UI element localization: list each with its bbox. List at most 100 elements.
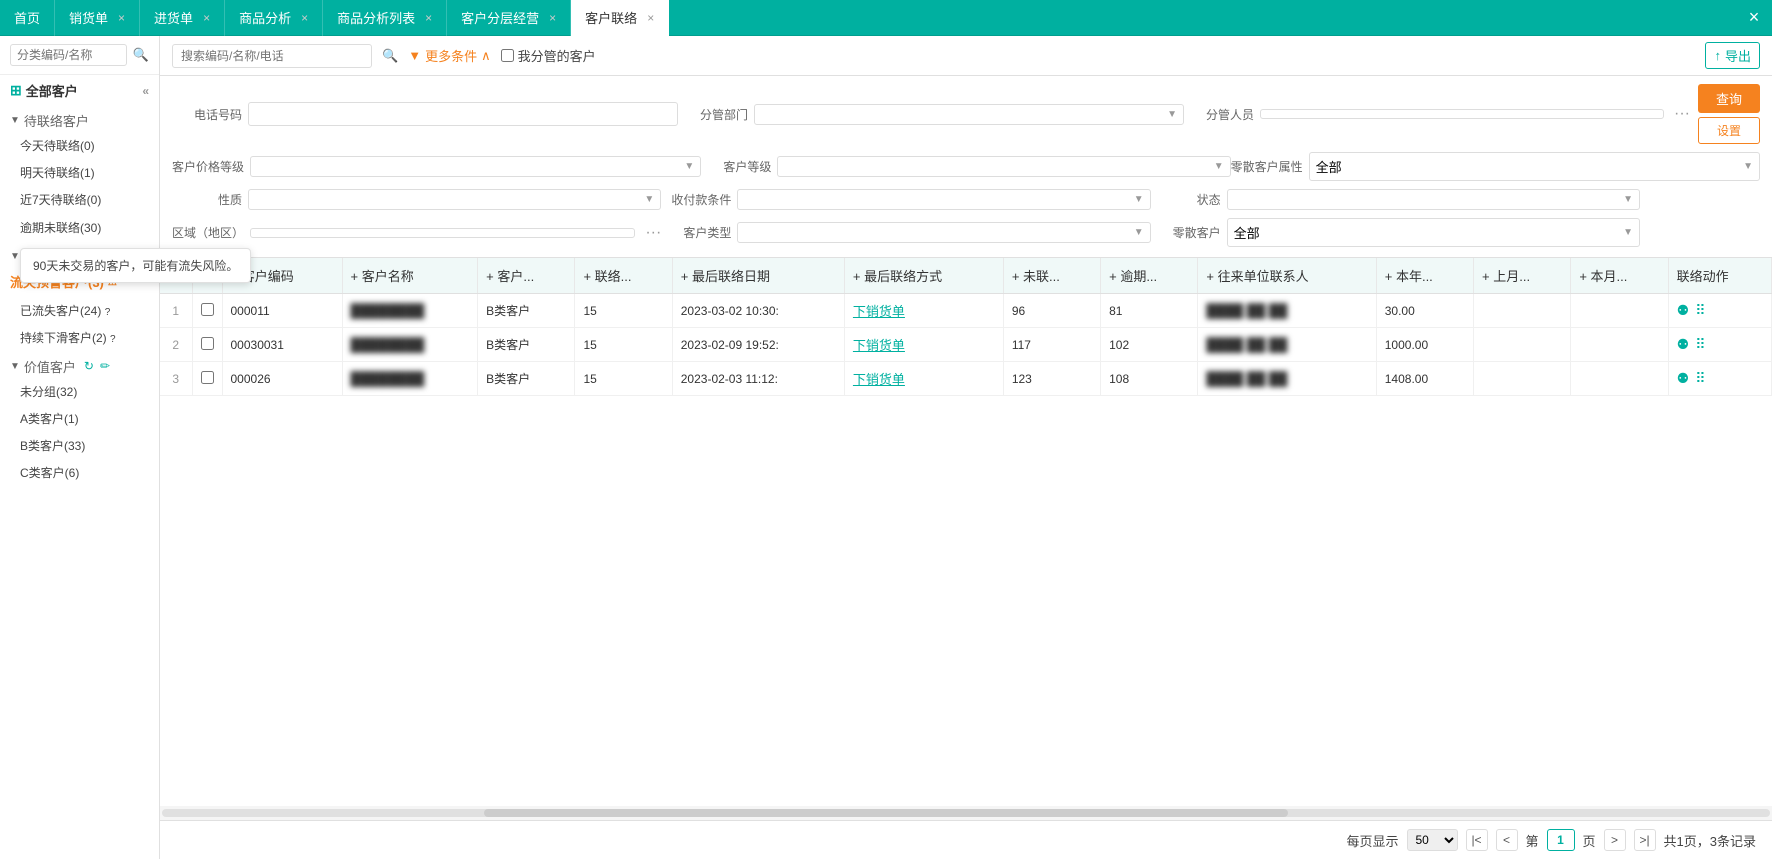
search-icon[interactable]: 🔍: [382, 48, 398, 64]
last-type-link[interactable]: 下销货单: [853, 304, 905, 319]
col-name-header[interactable]: + 客户名称: [342, 258, 478, 294]
row-checkbox[interactable]: [201, 371, 214, 384]
cell-checkbox[interactable]: [192, 294, 222, 328]
per-page-select[interactable]: 50 100 200: [1407, 829, 1458, 851]
col-overdue-header[interactable]: + 逾期...: [1101, 258, 1198, 294]
cell-num: 1: [160, 294, 192, 328]
dept-select[interactable]: ▼: [754, 104, 1184, 125]
col-category-header[interactable]: + 客户...: [478, 258, 575, 294]
level-select[interactable]: ▼: [777, 156, 1230, 177]
phone-input[interactable]: [248, 102, 678, 126]
tab-customer-tier[interactable]: 客户分层经营 ×: [447, 0, 571, 36]
page-number-input[interactable]: [1547, 829, 1575, 851]
sidebar-item-churned[interactable]: 已流失客户(24) ?: [0, 298, 159, 325]
col-no-contact-header[interactable]: + 未联...: [1003, 258, 1100, 294]
row-checkbox[interactable]: [201, 303, 214, 316]
area-select[interactable]: [250, 228, 635, 238]
gender-select[interactable]: ▼: [248, 189, 661, 210]
manager-select[interactable]: [1260, 109, 1664, 119]
tab-home[interactable]: 首页: [0, 0, 55, 36]
cell-last-type[interactable]: 下销货单: [844, 362, 1003, 396]
col-this-month-header[interactable]: + 本月...: [1571, 258, 1668, 294]
last-page-btn[interactable]: >|: [1634, 829, 1656, 851]
tab-bar: 首页 销货单 × 进货单 × 商品分析 × 商品分析列表 × 客户分层经营 × …: [0, 0, 1772, 36]
export-btn[interactable]: ↑ 导出: [1705, 42, 1760, 69]
contact-link-icon[interactable]: ⚉: [1677, 302, 1690, 319]
tab-analysis-list[interactable]: 商品分析列表 ×: [323, 0, 447, 36]
payment-select[interactable]: ▼: [737, 189, 1150, 210]
scroll-thumb[interactable]: [484, 809, 1288, 817]
manager-more-icon[interactable]: ···: [1674, 105, 1690, 123]
cell-last-type[interactable]: 下销货单: [844, 294, 1003, 328]
tab-sales-close[interactable]: ×: [118, 11, 125, 25]
sidebar-item-c-class[interactable]: C类客户(6): [0, 460, 159, 487]
col-contact-header[interactable]: + 联络...: [575, 258, 672, 294]
sidebar-collapse-btn[interactable]: «: [142, 84, 149, 98]
sidebar-item-a-class[interactable]: A类客户(1): [0, 406, 159, 433]
sidebar-item-tomorrow[interactable]: 明天待联络(1): [0, 160, 159, 187]
col-unit-contact-header[interactable]: + 往来单位联系人: [1198, 258, 1376, 294]
more-action-icon[interactable]: ⠿: [1695, 370, 1705, 387]
my-customers-checkbox[interactable]: [501, 49, 514, 62]
col-last-month-header[interactable]: + 上月...: [1474, 258, 1571, 294]
ctype-select[interactable]: ▼: [737, 222, 1150, 243]
col-this-year-header[interactable]: + 本年...: [1376, 258, 1473, 294]
cell-code: 00030031: [222, 328, 342, 362]
gender-arrow-icon: ▼: [644, 194, 654, 205]
cell-last-type[interactable]: 下销货单: [844, 328, 1003, 362]
sidebar-group-pending[interactable]: ▼ 待联络客户: [0, 106, 159, 133]
cell-name: ████████: [342, 362, 478, 396]
query-btn[interactable]: 查询: [1698, 84, 1760, 113]
filter-cell-manager: 分管人员 ···: [1184, 105, 1690, 123]
status-select[interactable]: ▼: [1227, 189, 1640, 210]
zero-customer-select[interactable]: 全部 ▼: [1227, 218, 1640, 247]
sidebar-item-overdue[interactable]: 逾期未联络(30): [0, 215, 159, 242]
col-last-type-header[interactable]: + 最后联络方式: [844, 258, 1003, 294]
prev-page-btn[interactable]: <: [1496, 829, 1518, 851]
sidebar-search-input[interactable]: [10, 44, 127, 66]
sidebar-item-today[interactable]: 今天待联络(0): [0, 133, 159, 160]
cell-checkbox[interactable]: [192, 328, 222, 362]
first-page-btn[interactable]: |<: [1466, 829, 1488, 851]
horizontal-scrollbar[interactable]: [160, 806, 1772, 820]
zero-attr-select[interactable]: 全部 ▼: [1309, 152, 1760, 181]
tab-analysis-list-close[interactable]: ×: [425, 11, 432, 25]
next-page-btn[interactable]: >: [1604, 829, 1626, 851]
more-action-icon[interactable]: ⠿: [1695, 302, 1705, 319]
sidebar-item-b-class[interactable]: B类客户(33): [0, 433, 159, 460]
cell-last-date: 2023-02-03 11:12:: [672, 362, 844, 396]
more-action-icon[interactable]: ⠿: [1695, 336, 1705, 353]
col-last-date-header[interactable]: + 最后联络日期: [672, 258, 844, 294]
tab-analysis[interactable]: 商品分析 ×: [225, 0, 323, 36]
last-type-link[interactable]: 下销货单: [853, 372, 905, 387]
tab-sales[interactable]: 销货单 ×: [55, 0, 140, 36]
my-customers-check[interactable]: 我分管的客户: [501, 46, 596, 65]
row-checkbox[interactable]: [201, 337, 214, 350]
contact-link-icon[interactable]: ⚉: [1677, 336, 1690, 353]
sidebar-item-declining[interactable]: 持续下滑客户(2) ?: [0, 325, 159, 352]
price-select[interactable]: ▼: [250, 156, 701, 177]
contact-link-icon[interactable]: ⚉: [1677, 370, 1690, 387]
cell-checkbox[interactable]: [192, 362, 222, 396]
window-close-btn[interactable]: ×: [1736, 0, 1772, 36]
value-refresh-icon[interactable]: ↻: [84, 359, 94, 373]
sidebar-root[interactable]: ⊞ 全部客户 «: [0, 75, 159, 106]
more-conditions-btn[interactable]: ▼ 更多条件 ∧: [408, 46, 490, 65]
sidebar-item-7days[interactable]: 近7天待联络(0): [0, 187, 159, 214]
filter-cell-gender: 性质 ▼: [172, 189, 661, 210]
search-input[interactable]: [172, 44, 372, 68]
tab-customer-tier-close[interactable]: ×: [549, 11, 556, 25]
settings-btn[interactable]: 设置: [1698, 117, 1760, 144]
tab-customer-contact-close[interactable]: ×: [647, 11, 654, 25]
sidebar-search-icon[interactable]: 🔍: [133, 47, 149, 63]
sidebar-item-ungroup[interactable]: 未分组(32): [0, 379, 159, 406]
sidebar-group-value[interactable]: ▼ 价值客户 ↻ ✏: [0, 352, 159, 379]
tab-customer-contact[interactable]: 客户联络 ×: [571, 0, 669, 36]
area-more-icon[interactable]: ···: [645, 224, 661, 242]
tab-analysis-close[interactable]: ×: [301, 11, 308, 25]
tab-purchase[interactable]: 进货单 ×: [140, 0, 225, 36]
tab-purchase-close[interactable]: ×: [203, 11, 210, 25]
value-edit-icon[interactable]: ✏: [100, 359, 110, 373]
cell-code: 000026: [222, 362, 342, 396]
last-type-link[interactable]: 下销货单: [853, 338, 905, 353]
